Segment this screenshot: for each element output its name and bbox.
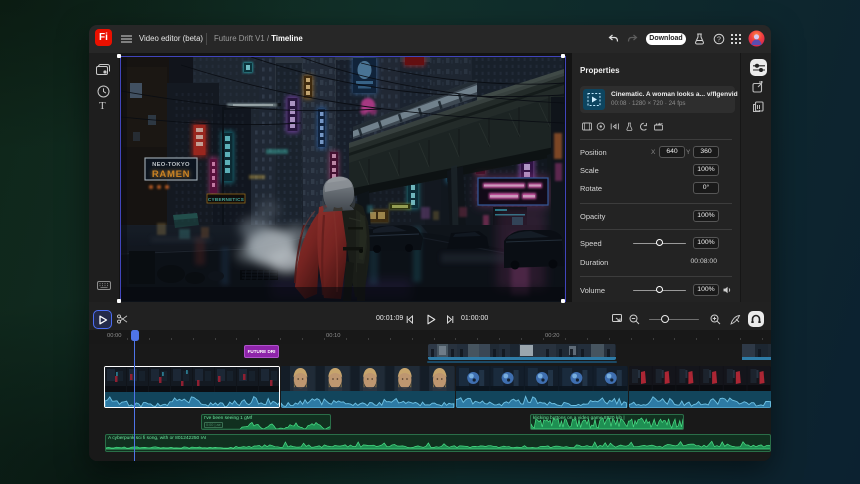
svg-text:?: ?: [717, 36, 721, 43]
